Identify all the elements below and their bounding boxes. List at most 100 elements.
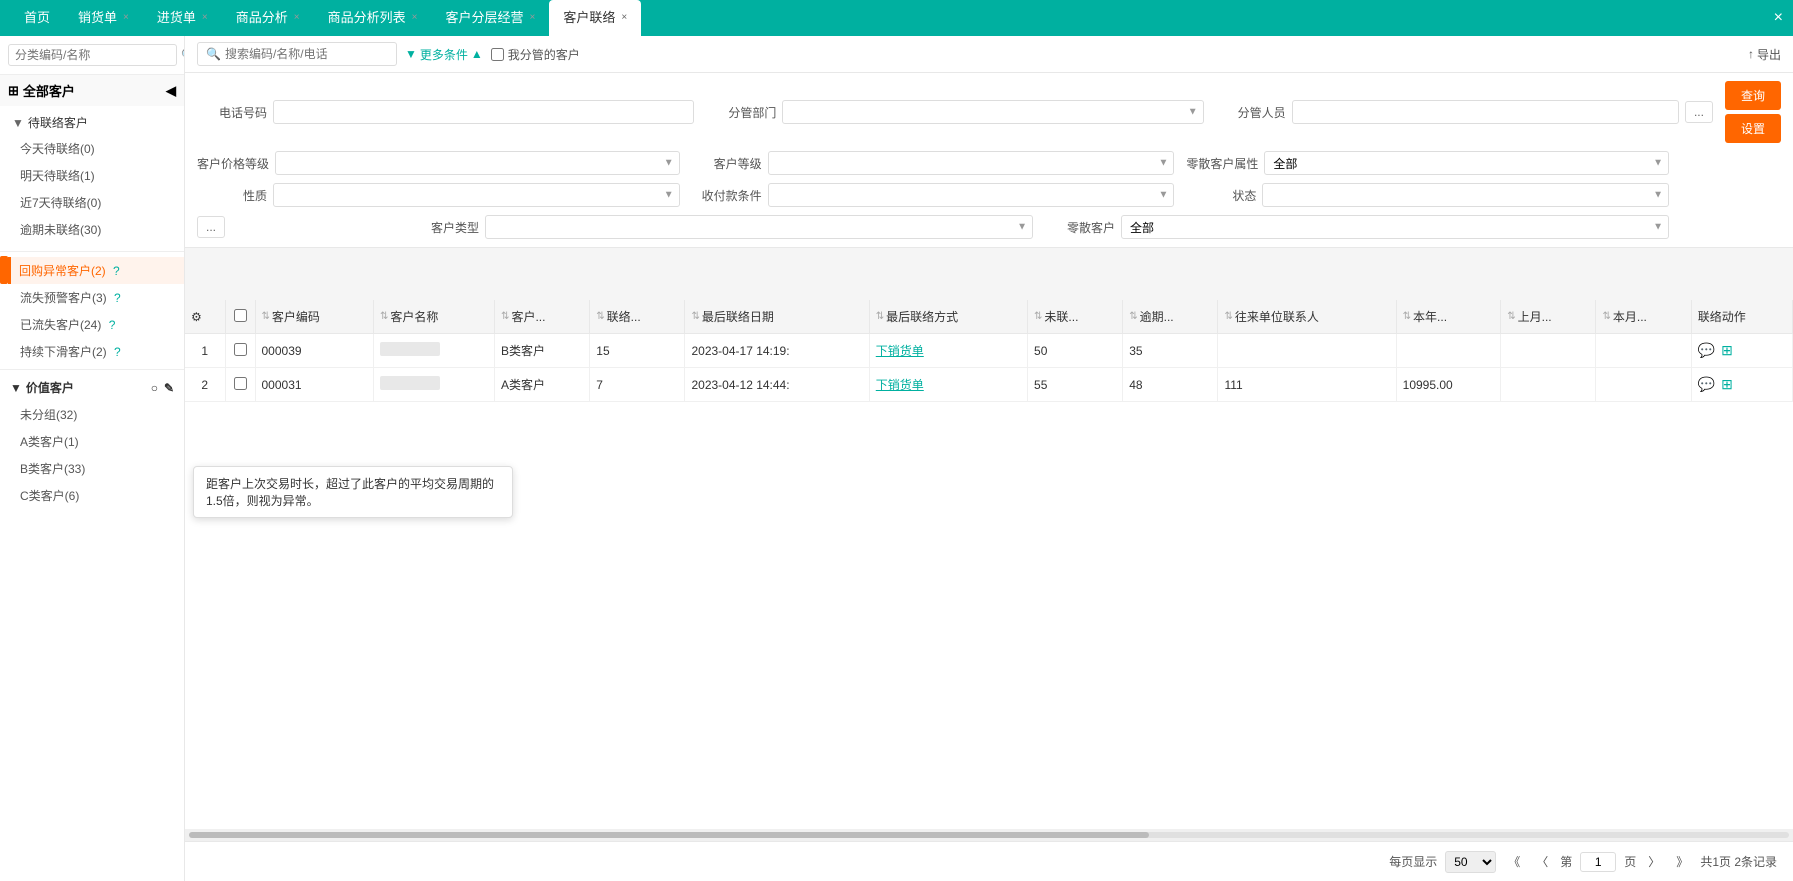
nav-customer-contact[interactable]: 客户联络 × — [549, 0, 641, 36]
customer-level-input[interactable] — [768, 151, 1175, 175]
scrollbar-thumb[interactable] — [189, 832, 1149, 838]
row1-code: 000039 — [255, 334, 373, 368]
next-page-button[interactable]: 〉 — [1644, 851, 1664, 872]
price-level-input[interactable] — [275, 151, 680, 175]
col-header-code: ⇅ 客户编码 — [255, 300, 373, 334]
dept-input[interactable] — [782, 100, 1203, 124]
sidebar-item-overdue[interactable]: 逾期未联络(30) — [0, 216, 184, 243]
close-purchase-order-icon[interactable]: × — [202, 0, 208, 36]
lost-warning-info-icon[interactable]: ? — [114, 291, 121, 305]
sidebar-item-c-class[interactable]: C类客户(6) — [0, 482, 184, 509]
export-button[interactable]: ↑ 导出 — [1748, 46, 1781, 63]
row2-num: 2 — [185, 368, 225, 402]
sidebar-item-lost-customers[interactable]: 已流失客户(24) ? — [0, 311, 184, 338]
settings-col-icon[interactable]: ⚙ — [191, 310, 202, 324]
customer-type-label: 客户类型 — [409, 219, 479, 236]
more-conditions-button[interactable]: ▼ 更多条件 ▲ — [405, 46, 483, 63]
horizontal-scrollbar[interactable] — [185, 829, 1793, 841]
col-header-pending: ⇅ 未联... — [1028, 300, 1123, 334]
my-customers-label: 我分管的客户 — [508, 46, 580, 63]
first-page-button[interactable]: 《 — [1504, 851, 1524, 872]
scatter-customer-input[interactable] — [1121, 215, 1669, 239]
sidebar-item-ungroup[interactable]: 未分组(32) — [0, 401, 184, 428]
manager-ellipsis-button[interactable]: ... — [1685, 101, 1713, 123]
col-header-num: ⚙ — [185, 300, 225, 334]
close-sales-order-icon[interactable]: × — [123, 0, 129, 36]
sidebar-search-input[interactable] — [8, 44, 177, 66]
sidebar-item-a-class[interactable]: A类客户(1) — [0, 428, 184, 455]
row1-checkbox[interactable] — [234, 343, 247, 356]
row2-grid-icon[interactable]: ⊞ — [1721, 376, 1733, 393]
scrollbar-track[interactable] — [189, 832, 1789, 838]
table-body: 1 000039 B类客户 15 2023-04-17 14:19: 下销货单 — [185, 334, 1793, 402]
row2-last-method-link[interactable]: 下销货单 — [876, 378, 924, 392]
col-header-unit-contact: ⇅ 往来单位联系人 — [1218, 300, 1396, 334]
per-page-select[interactable]: 50 100 200 — [1445, 851, 1496, 873]
settings-button[interactable]: 设置 — [1725, 114, 1781, 143]
sidebar-item-today[interactable]: 今天待联络(0) — [0, 135, 184, 162]
settings-value-icon[interactable]: ✎ — [164, 381, 174, 395]
last-page-button[interactable]: 》 — [1672, 851, 1692, 872]
sidebar-item-repurchase-abnormal[interactable]: 回购异常客户(2) ? — [8, 257, 184, 284]
phone-input[interactable] — [273, 100, 694, 124]
declining-info-icon[interactable]: ? — [114, 345, 121, 359]
status-field: 状态 ▼ — [1186, 183, 1669, 207]
close-customer-tier-icon[interactable]: × — [529, 0, 535, 36]
query-button[interactable]: 查询 — [1725, 81, 1781, 110]
col-header-this-month: ⇅ 本月... — [1596, 300, 1691, 334]
manager-label: 分管人员 — [1216, 104, 1286, 121]
pending-group-header[interactable]: ▼ 待联络客户 — [0, 110, 184, 135]
sidebar: 🔍 ⊞ 全部客户 ◀ ▼ 待联络客户 今天待联络(0) 明天待联络(1) 近7天… — [0, 36, 185, 881]
manager-input[interactable] — [1292, 100, 1679, 124]
scatter-attr-input[interactable] — [1264, 151, 1669, 175]
nav-product-analysis[interactable]: 商品分析 × — [222, 0, 314, 36]
row1-last-method-link[interactable]: 下销货单 — [876, 344, 924, 358]
more-conditions-arrow-icon: ▲ — [471, 47, 483, 61]
value-customer-header[interactable]: ▼ 价值客户 ○ ✎ — [0, 374, 184, 401]
nav-purchase-order[interactable]: 进货单 × — [143, 0, 222, 36]
repurchase-info-icon[interactable]: ? — [113, 264, 120, 278]
row1-pending: 50 — [1028, 334, 1123, 368]
status-input[interactable] — [1262, 183, 1669, 207]
row2-name-blur — [380, 376, 440, 390]
nav-sales-order[interactable]: 销货单 × — [64, 0, 143, 36]
sort-name-icon: ⇅ — [380, 311, 388, 322]
nav-customer-tier[interactable]: 客户分层经营 × — [431, 0, 549, 36]
window-close-button[interactable]: × — [1774, 9, 1783, 27]
row1-grid-icon[interactable]: ⊞ — [1721, 342, 1733, 359]
nav-home[interactable]: 首页 — [10, 0, 64, 36]
sidebar-item-lost-warning[interactable]: 流失预警客户(3) ? — [0, 284, 184, 311]
all-customers-header[interactable]: ⊞ 全部客户 ◀ — [0, 75, 184, 106]
prev-page-button[interactable]: 〈 — [1532, 851, 1552, 872]
sidebar-item-b-class[interactable]: B类客户(33) — [0, 455, 184, 482]
edit-value-icon[interactable]: ○ — [151, 381, 158, 395]
close-product-analysis-icon[interactable]: × — [294, 0, 300, 36]
sort-lmonth-icon: ⇅ — [1507, 311, 1515, 322]
lost-info-icon[interactable]: ? — [109, 318, 116, 332]
page-number-input[interactable] — [1580, 852, 1616, 872]
row1-unit-contact — [1218, 334, 1396, 368]
row1-action: 💬 ⊞ — [1691, 334, 1792, 368]
payment-input[interactable] — [768, 183, 1175, 207]
my-customers-checkbox[interactable] — [491, 48, 504, 61]
close-customer-contact-icon[interactable]: × — [621, 0, 627, 36]
table-row: 1 000039 B类客户 15 2023-04-17 14:19: 下销货单 — [185, 334, 1793, 368]
sidebar-item-7days[interactable]: 近7天待联络(0) — [0, 189, 184, 216]
nav-product-analysis-list[interactable]: 商品分析列表 × — [314, 0, 432, 36]
select-all-checkbox[interactable] — [234, 309, 247, 322]
row1-chat-icon[interactable]: 💬 — [1698, 342, 1715, 359]
search-input[interactable] — [225, 47, 385, 61]
row2-checkbox[interactable] — [234, 377, 247, 390]
row1-contact: 15 — [590, 334, 685, 368]
table-row: 2 000031 A类客户 7 2023-04-12 14:44: 下销货单 — [185, 368, 1793, 402]
nature-input[interactable] — [273, 183, 680, 207]
sidebar-item-tomorrow[interactable]: 明天待联络(1) — [0, 162, 184, 189]
customer-type-input[interactable] — [485, 215, 1033, 239]
col-header-contact: ⇅ 联络... — [590, 300, 685, 334]
row2-chat-icon[interactable]: 💬 — [1698, 376, 1715, 393]
col-header-this-year: ⇅ 本年... — [1396, 300, 1501, 334]
sidebar-item-declining[interactable]: 持续下滑客户(2) ? — [0, 338, 184, 365]
dept-label: 分管部门 — [706, 104, 776, 121]
close-product-list-icon[interactable]: × — [412, 0, 418, 36]
extra-dots-button[interactable]: ... — [197, 216, 225, 238]
